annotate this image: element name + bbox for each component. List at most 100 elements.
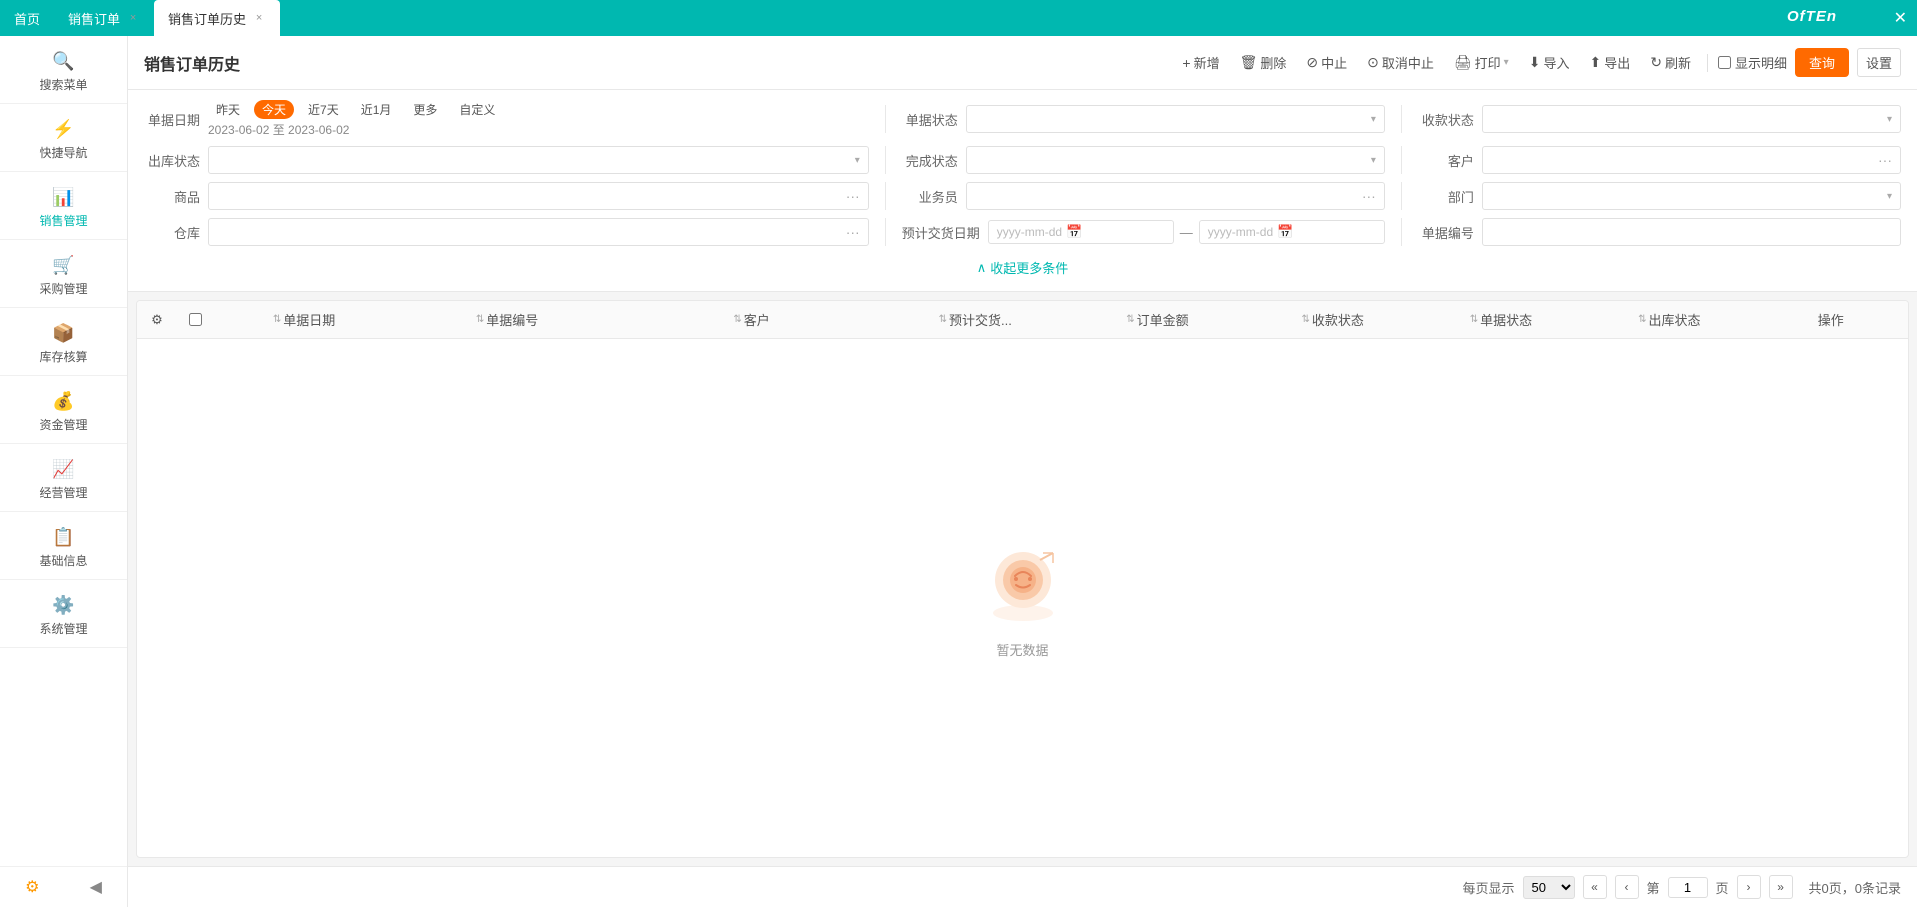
th-order-sort-icon: ⇅ (1470, 314, 1478, 325)
tab-sales-order[interactable]: 销售订单 × (54, 0, 154, 36)
pagination-prev[interactable]: ‹ (1615, 875, 1639, 899)
sidebar-item-search-menu[interactable]: 🔍 搜索菜单 (0, 36, 127, 104)
window-close-icon[interactable]: ✕ (1894, 8, 1907, 28)
tab-home[interactable]: 首页 (0, 0, 54, 36)
footer-pagination: 每页显示 50 10 20 100 « ‹ 第 页 › » 共0页，0条记录 (128, 866, 1917, 907)
settings-button[interactable]: 设置 (1857, 48, 1901, 77)
th-amount[interactable]: ⇅ 订单金额 (1066, 310, 1248, 329)
new-button[interactable]: + 新增 (1176, 49, 1225, 76)
delivery-date-end-cal-icon: 📅 (1277, 224, 1293, 240)
import-button[interactable]: ⬇ 导入 (1523, 49, 1576, 76)
sidebar-item-sales-mgmt[interactable]: 📊 销售管理 (0, 172, 127, 240)
th-check[interactable] (177, 313, 213, 326)
collapse-bar[interactable]: ∧ 收起更多条件 (144, 254, 1901, 281)
th-delivery[interactable]: ⇅ 预计交货... (884, 310, 1066, 329)
print-button[interactable]: 🖨 打印 ▾ (1448, 49, 1515, 76)
display-columns-checkbox[interactable] (1718, 56, 1731, 69)
filter-row-2: 出库状态 ▾ 完成状态 ▾ 客户 (144, 146, 1901, 174)
sidebar-item-purchase-mgmt[interactable]: 🛒 采购管理 (0, 240, 127, 308)
filter-row-1: 单据日期 昨天 今天 近7天 近1月 更多 自定义 2023-06-02 至 2… (144, 100, 1901, 138)
date-tag-last1m[interactable]: 近1月 (353, 100, 400, 119)
table-header: ⚙ ⇅ 单据日期 ⇅ 单据编号 ⇅ 客户 ⇅ (137, 301, 1908, 339)
th-checkbox[interactable] (189, 313, 202, 326)
page-title-row: 销售订单历史 + 新增 🗑 删除 ⊘ 中止 ⊙ (144, 48, 1901, 77)
dept-control[interactable]: ▾ (1482, 182, 1901, 210)
order-status-label: 单据状态 (902, 110, 958, 129)
page-input[interactable] (1668, 877, 1708, 898)
display-columns-label: 显示明细 (1735, 53, 1787, 72)
pagination-first[interactable]: « (1583, 875, 1607, 899)
sidebar-item-sales-mgmt-label: 销售管理 (39, 212, 87, 229)
quick-nav-icon: ⚡ (53, 118, 75, 140)
delivery-date-end[interactable]: yyyy-mm-dd 📅 (1199, 220, 1385, 244)
new-icon: + (1182, 55, 1190, 71)
empty-illustration (978, 538, 1068, 628)
sidebar-item-basic-info[interactable]: 📋 基础信息 (0, 512, 127, 580)
sidebar-item-finance[interactable]: 💰 资金管理 (0, 376, 127, 444)
sidebar-item-system-mgmt[interactable]: ⚙️ 系统管理 (0, 580, 127, 648)
date-tag-yesterday[interactable]: 昨天 (208, 100, 248, 119)
new-label: 新增 (1194, 53, 1220, 72)
tab-sales-order-close[interactable]: × (126, 11, 140, 25)
delivery-date-start[interactable]: yyyy-mm-dd 📅 (988, 220, 1174, 244)
filter-product: 商品 ··· (144, 182, 869, 210)
payment-status-control[interactable]: ▾ (1482, 105, 1901, 133)
th-out-status[interactable]: ⇅ 出库状态 (1585, 310, 1753, 329)
stop-button[interactable]: ⊘ 中止 (1300, 49, 1353, 76)
export-button[interactable]: ⬆ 导出 (1583, 49, 1636, 76)
salesperson-control[interactable]: ··· (966, 182, 1385, 210)
date-tag-last7[interactable]: 近7天 (300, 100, 347, 119)
th-order-status[interactable]: ⇅ 单据状态 (1417, 310, 1585, 329)
sidebar-item-inventory[interactable]: 📦 库存核算 (0, 308, 127, 376)
order-status-control[interactable]: ▾ (966, 105, 1385, 133)
th-settings[interactable]: ⚙ (137, 312, 177, 328)
sidebar-item-basic-info-label: 基础信息 (39, 552, 87, 569)
delete-button[interactable]: 🗑 删除 (1234, 49, 1293, 76)
payment-status-label: 收款状态 (1418, 110, 1474, 129)
out-status-control[interactable]: ▾ (208, 146, 869, 174)
sidebar-item-inventory-label: 库存核算 (39, 348, 87, 365)
customer-control[interactable]: ··· (1482, 146, 1901, 174)
product-control[interactable]: ··· (208, 182, 869, 210)
date-tag-custom[interactable]: 自定义 (451, 100, 503, 119)
page-header: 销售订单历史 + 新增 🗑 删除 ⊘ 中止 ⊙ (128, 36, 1917, 90)
sidebar-item-quick-nav[interactable]: ⚡ 快捷导航 (0, 104, 127, 172)
tab-sales-order-history[interactable]: 销售订单历史 × (154, 0, 280, 36)
out-status-label: 出库状态 (144, 151, 200, 170)
pagination-next[interactable]: › (1737, 875, 1761, 899)
th-settings-icon: ⚙ (151, 312, 163, 328)
date-tag-today[interactable]: 今天 (254, 100, 294, 119)
filter-row-4: 仓库 ··· 预计交货日期 yyyy-mm-dd 📅 — (144, 218, 1901, 246)
sidebar-item-operations[interactable]: 📈 经营管理 (0, 444, 127, 512)
order-number-control[interactable] (1482, 218, 1901, 246)
sidebar-expand-icon[interactable]: ◀ (90, 877, 102, 897)
search-menu-icon: 🔍 (53, 50, 75, 72)
filter-dept: 部门 ▾ (1418, 182, 1901, 210)
sidebar-item-purchase-mgmt-label: 采购管理 (39, 280, 87, 297)
complete-status-control[interactable]: ▾ (966, 146, 1385, 174)
th-number[interactable]: ⇅ 单据编号 (395, 310, 619, 329)
th-payment-status[interactable]: ⇅ 收款状态 (1249, 310, 1417, 329)
pagination-last[interactable]: » (1769, 875, 1793, 899)
basic-info-icon: 📋 (53, 526, 75, 548)
query-button[interactable]: 查询 (1795, 48, 1849, 77)
cancel-stop-button[interactable]: ⊙ 取消中止 (1361, 49, 1440, 76)
per-page-select[interactable]: 50 10 20 100 (1523, 876, 1575, 899)
refresh-button[interactable]: ↻ 刷新 (1644, 49, 1697, 76)
finance-icon: 💰 (53, 390, 75, 412)
display-columns-toggle[interactable]: 显示明细 (1718, 53, 1787, 72)
sidebar-settings-icon[interactable]: ⚙ (25, 877, 39, 897)
product-label: 商品 (144, 187, 200, 206)
brand-label: OfTEn (1787, 8, 1837, 25)
filter-sep-1 (885, 105, 886, 133)
delivery-date-label: 预计交货日期 (902, 223, 980, 242)
warehouse-control[interactable]: ··· (208, 218, 869, 246)
th-date[interactable]: ⇅ 单据日期 (213, 310, 395, 329)
stop-icon: ⊘ (1306, 54, 1318, 71)
date-tag-more[interactable]: 更多 (405, 100, 445, 119)
export-label: 导出 (1604, 53, 1630, 72)
th-customer[interactable]: ⇅ 客户 (619, 310, 884, 329)
sidebar-item-quick-nav-label: 快捷导航 (39, 144, 87, 161)
tab-sales-order-history-close[interactable]: × (252, 11, 266, 25)
complete-status-label: 完成状态 (902, 151, 958, 170)
